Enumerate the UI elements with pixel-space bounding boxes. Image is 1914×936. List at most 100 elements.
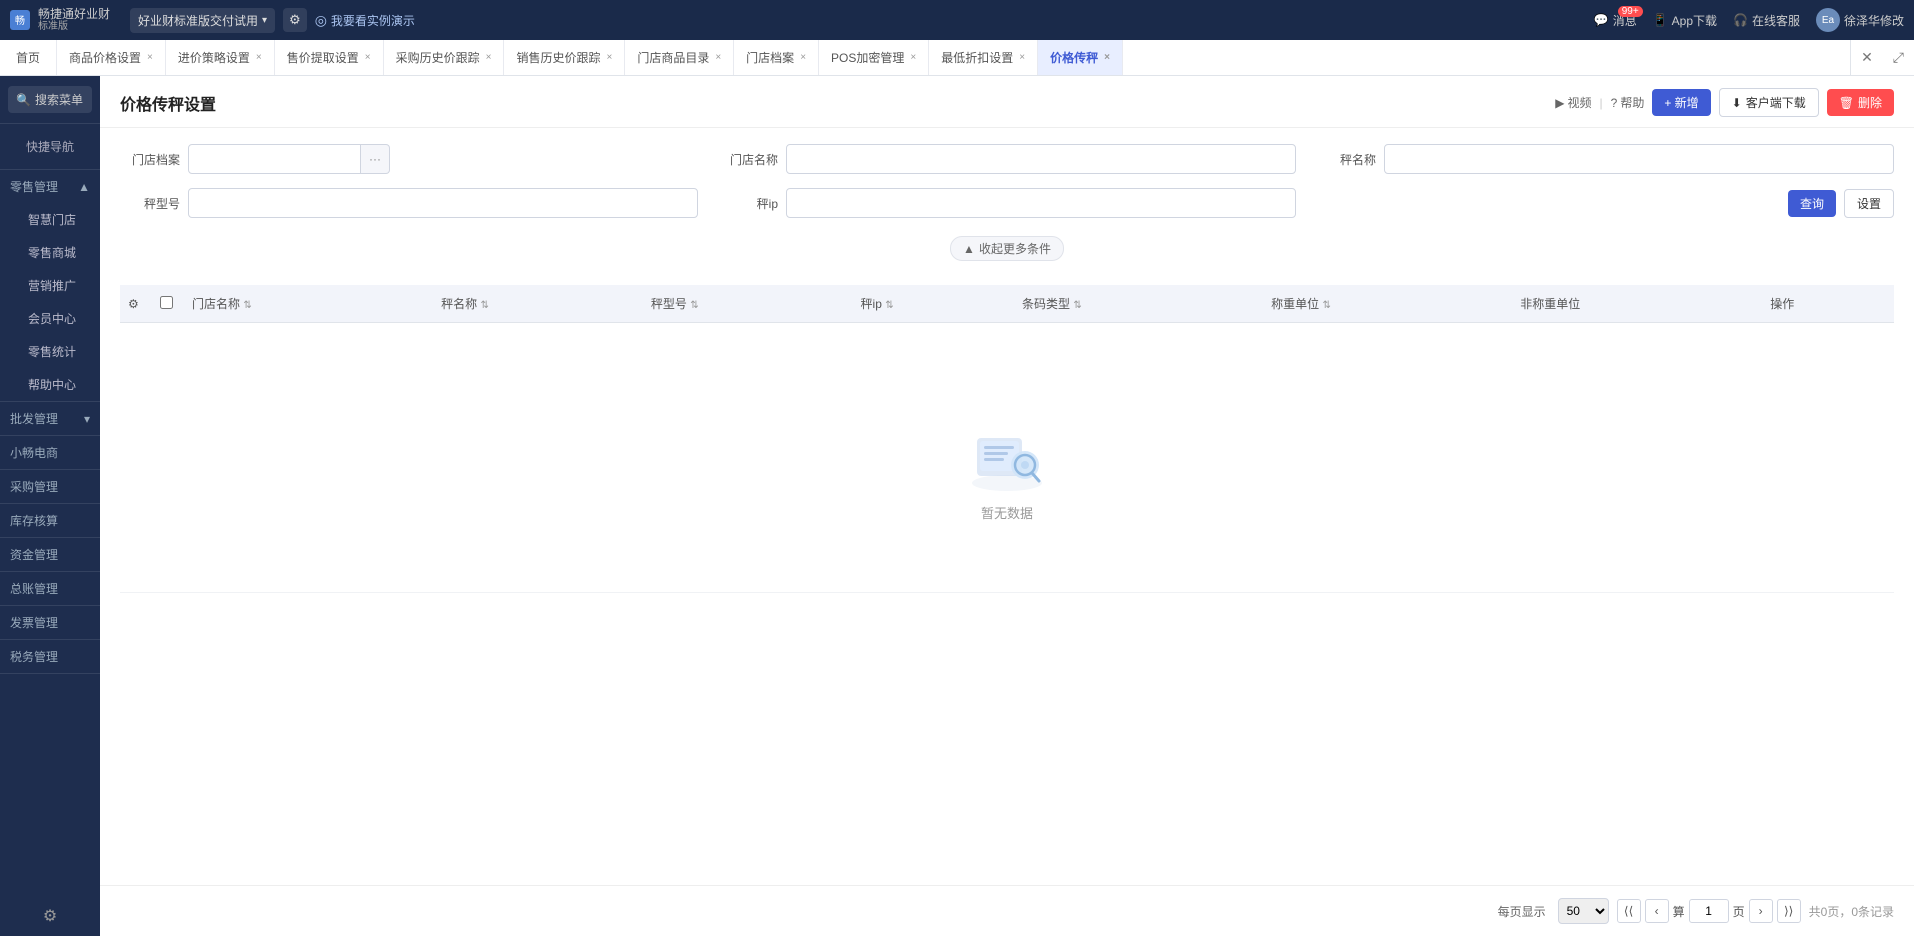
form-item-store-name: 门店名称 <box>718 144 1296 174</box>
scale-ip-label: 秤ip <box>718 195 778 212</box>
sidebar-item-retail-mall[interactable]: 零售商城 <box>0 236 100 269</box>
tab-item-7[interactable]: POS加密管理 × <box>819 40 929 76</box>
sidebar-section-header-invoice[interactable]: 发票管理 <box>0 606 100 639</box>
top-bar-right: 💬 消息 99+ 📱 App下载 🎧 在线客服 Ea 徐泽华修改 <box>1594 8 1904 32</box>
tab-close-9[interactable]: × <box>1104 52 1110 63</box>
sort-icon-scale-ip[interactable]: ⇅ <box>885 300 893 311</box>
scale-model-input[interactable] <box>188 188 698 218</box>
notification-badge: 99+ <box>1618 6 1643 17</box>
tab-close-7[interactable]: × <box>910 52 916 63</box>
next-page-button[interactable]: › <box>1749 899 1773 923</box>
sidebar-search-button[interactable]: 🔍 搜索菜单 <box>8 86 92 113</box>
sidebar-section-retail: 零售管理 ▲ 智慧门店 零售商城 营销推广 会员中心 零售统计 <box>0 170 100 402</box>
tab-close-5[interactable]: × <box>715 52 721 63</box>
last-page-button[interactable]: ⟩⟩ <box>1777 899 1801 923</box>
sidebar-section-header-inventory[interactable]: 库存核算 <box>0 504 100 537</box>
delete-button[interactable]: 🗑 删除 <box>1827 89 1894 116</box>
sidebar-item-marketing[interactable]: 营销推广 <box>0 269 100 302</box>
sidebar-section-header-tax[interactable]: 税务管理 <box>0 640 100 673</box>
sidebar-item-quick-nav[interactable]: 快捷导航 <box>0 130 100 163</box>
top-bar-center: 好业财标准版交付试用 ▾ ⚙ ◎ 我要看实例演示 <box>120 8 1594 33</box>
sidebar-section-header-finance[interactable]: 资金管理 <box>0 538 100 571</box>
sort-icon-store-name[interactable]: ⇅ <box>243 300 251 311</box>
message-icon: 💬 <box>1594 13 1609 27</box>
tab-item-4[interactable]: 销售历史价跟踪 × <box>504 40 625 76</box>
app-download-icon: 📱 <box>1653 13 1668 27</box>
tab-item-0[interactable]: 商品价格设置 × <box>57 40 166 76</box>
settings-button[interactable]: 设置 <box>1844 189 1894 218</box>
tab-close-4[interactable]: × <box>606 52 612 63</box>
top-settings-button[interactable]: ⚙ <box>283 8 307 32</box>
prev-page-button[interactable]: ‹ <box>1645 899 1669 923</box>
form-item-scale-ip: 秤ip <box>718 188 1296 218</box>
select-all-checkbox[interactable] <box>160 296 173 309</box>
tabs-actions: ✕ ⤢ <box>1850 40 1914 76</box>
tab-item-5[interactable]: 门店商品目录 × <box>625 40 734 76</box>
tab-close-8[interactable]: × <box>1019 52 1025 63</box>
app-container: 畅 畅捷通好业财 标准版 好业财标准版交付试用 ▾ ⚙ ◎ 我要看实例演示 💬 <box>0 0 1914 936</box>
add-button[interactable]: + 新增 <box>1652 89 1710 116</box>
sidebar-section-header-ecommerce[interactable]: 小畅电商 <box>0 436 100 469</box>
store-name-input[interactable] <box>786 144 1296 174</box>
sidebar-bottom: ⚙ <box>0 896 100 936</box>
tab-item-9[interactable]: 价格传秤 × <box>1038 40 1123 76</box>
help-link[interactable]: ? 帮助 <box>1611 94 1645 111</box>
first-page-button[interactable]: ⟨⟨ <box>1617 899 1641 923</box>
download-client-button[interactable]: ⬇ 客户端下载 <box>1719 88 1819 117</box>
sidebar-settings-button[interactable]: ⚙ <box>43 906 57 926</box>
online-service-button[interactable]: 🎧 在线客服 <box>1733 12 1800 29</box>
app-download-button[interactable]: 📱 App下载 <box>1653 12 1717 29</box>
sort-icon-weight-unit[interactable]: ⇅ <box>1322 300 1330 311</box>
empty-illustration <box>957 413 1057 503</box>
tab-close-1[interactable]: × <box>256 52 262 63</box>
demo-link[interactable]: ◎ 我要看实例演示 <box>315 12 415 29</box>
tab-close-2[interactable]: × <box>365 52 371 63</box>
tab-item-8[interactable]: 最低折扣设置 × <box>929 40 1038 76</box>
tab-item-2[interactable]: 售价提取设置 × <box>275 40 384 76</box>
search-button[interactable]: 查询 <box>1788 190 1836 217</box>
sort-icon-scale-model[interactable]: ⇅ <box>690 300 698 311</box>
tab-close-3[interactable]: × <box>486 52 492 63</box>
per-page-select[interactable]: 50 10 20 100 <box>1558 898 1609 924</box>
tab-close-0[interactable]: × <box>147 52 153 63</box>
table-settings-icon[interactable]: ⚙ <box>128 297 139 311</box>
table-col-scale-model: 秤型号 ⇅ <box>643 285 853 323</box>
tab-item-1[interactable]: 进价策略设置 × <box>166 40 275 76</box>
form-item-store-file: 门店档案 ··· <box>120 144 698 174</box>
sidebar-section-header-retail[interactable]: 零售管理 ▲ <box>0 170 100 203</box>
store-file-input[interactable] <box>188 144 361 174</box>
page-number-input[interactable] <box>1689 899 1729 923</box>
store-file-picker-button[interactable]: ··· <box>361 144 390 174</box>
scale-ip-input[interactable] <box>786 188 1296 218</box>
sidebar-section-header-ledger[interactable]: 总账管理 <box>0 572 100 605</box>
sidebar-item-retail-stats[interactable]: 零售统计 <box>0 335 100 368</box>
sidebar-item-member[interactable]: 会员中心 <box>0 302 100 335</box>
sidebar-section-finance: 资金管理 <box>0 538 100 572</box>
sort-icon-barcode-type[interactable]: ⇅ <box>1073 300 1081 311</box>
tab-item-6[interactable]: 门店档案 × <box>734 40 819 76</box>
sidebar-item-smart-store[interactable]: 智慧门店 <box>0 203 100 236</box>
table-col-non-weight-unit: 非称重单位 <box>1512 285 1762 323</box>
table-col-checkbox <box>152 285 184 323</box>
tab-close-all-button[interactable]: ✕ <box>1851 40 1883 76</box>
tab-item-3[interactable]: 采购历史价跟踪 × <box>384 40 505 76</box>
table-body: 暂无数据 <box>120 323 1894 593</box>
sidebar-section-ecommerce: 小畅电商 <box>0 436 100 470</box>
sidebar-section-header-wholesale[interactable]: 批发管理 ▾ <box>0 402 100 435</box>
data-table: ⚙ 门店名称 ⇅ 秤名称 ⇅ <box>120 285 1894 593</box>
app-title: 畅捷通好业财 标准版 <box>38 7 110 33</box>
sidebar-section-header-purchase[interactable]: 采购管理 <box>0 470 100 503</box>
video-link[interactable]: ▶ 视频 <box>1555 94 1591 111</box>
tab-expand-button[interactable]: ⤢ <box>1883 40 1914 76</box>
sidebar-item-help[interactable]: 帮助中心 <box>0 368 100 401</box>
table-header-row: ⚙ 门店名称 ⇅ 秤名称 ⇅ <box>120 285 1894 323</box>
sort-icon-scale-name[interactable]: ⇅ <box>481 300 489 311</box>
collapse-button[interactable]: ▲ 收起更多条件 <box>950 236 1064 261</box>
scale-name-input[interactable] <box>1384 144 1894 174</box>
notification-button[interactable]: 💬 消息 99+ <box>1594 12 1637 29</box>
user-menu[interactable]: Ea 徐泽华修改 <box>1816 8 1904 32</box>
version-selector[interactable]: 好业财标准版交付试用 ▾ <box>130 8 275 33</box>
sidebar-search-area: 🔍 搜索菜单 <box>0 76 100 124</box>
tab-home[interactable]: 首页 <box>0 40 57 76</box>
tab-close-6[interactable]: × <box>800 52 806 63</box>
